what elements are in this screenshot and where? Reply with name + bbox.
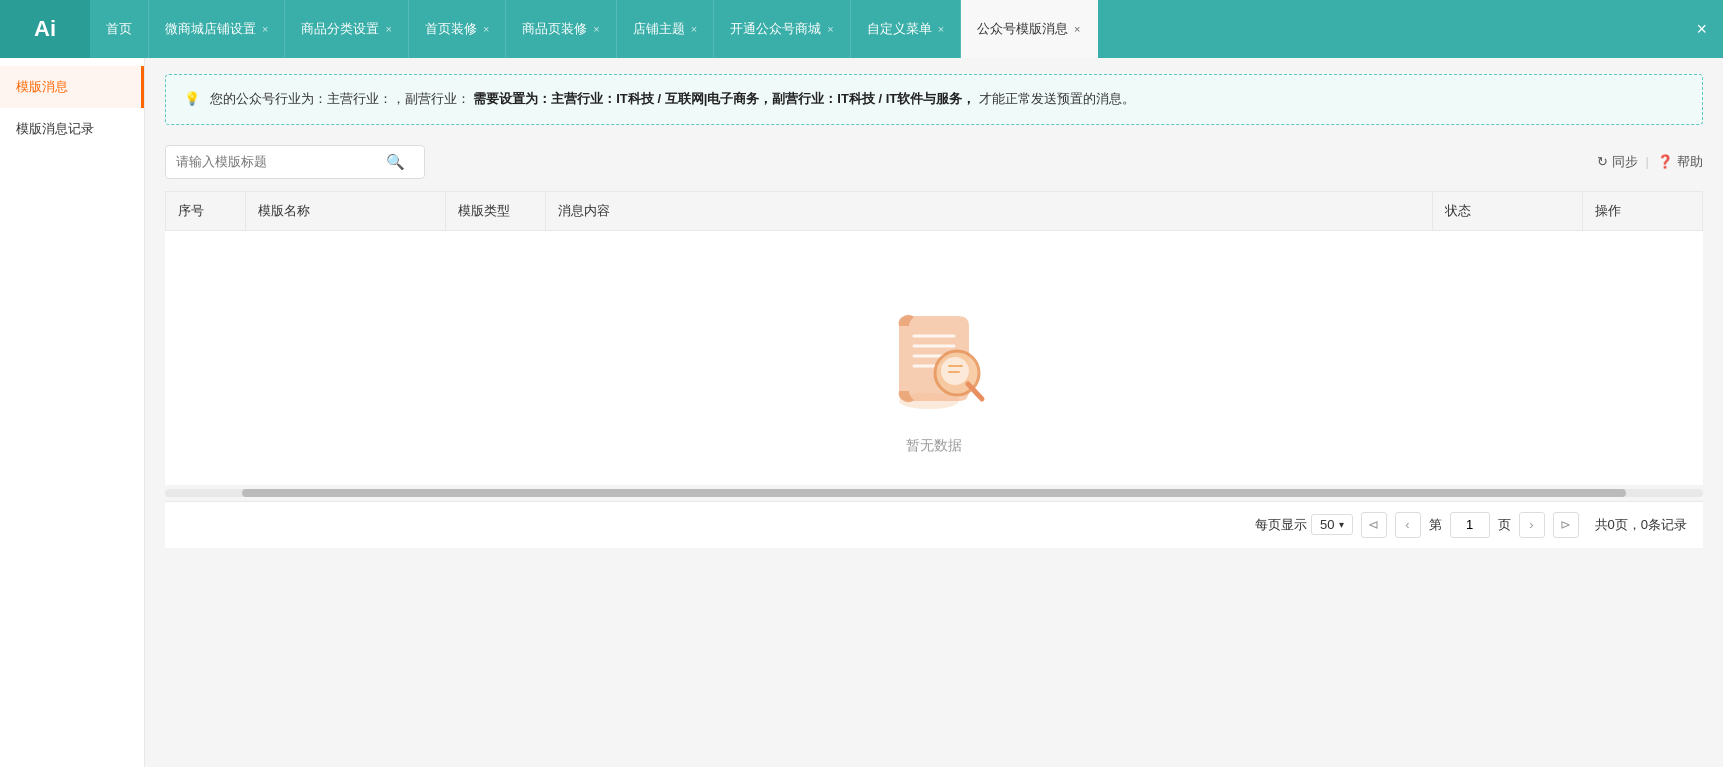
nav-tab-home[interactable]: 首页 (90, 0, 149, 58)
data-table: 序号 模版名称 模版类型 消息内容 状态 操作 (165, 191, 1703, 485)
page-size-label: 每页显示 (1255, 516, 1307, 534)
nav-tab-theme[interactable]: 店铺主题 × (617, 0, 714, 58)
sync-icon: ↻ (1597, 154, 1608, 169)
close-tab-category[interactable]: × (385, 23, 391, 35)
close-tab-shop-settings[interactable]: × (262, 23, 268, 35)
chevron-down-icon: ▾ (1339, 519, 1344, 530)
nav-tab-mall[interactable]: 开通公众号商城 × (714, 0, 850, 58)
notice-suffix: 才能正常发送预置的消息。 (979, 91, 1135, 106)
close-all-tabs[interactable]: × (1680, 19, 1723, 40)
empty-illustration (869, 291, 999, 421)
horizontal-scrollbar[interactable] (165, 489, 1703, 497)
close-tab-theme[interactable]: × (691, 23, 697, 35)
notice-prefix: 您的公众号行业为：主营行业：，副营行业： (210, 91, 470, 106)
nav-tab-category[interactable]: 商品分类设置 × (285, 0, 408, 58)
search-input-wrap[interactable]: 🔍 (165, 145, 425, 179)
nav-tab-template-msg[interactable]: 公众号模版消息 × (961, 0, 1097, 58)
page-size-select: 每页显示 50 ▾ (1255, 514, 1352, 535)
page-size-value: 50 (1320, 517, 1334, 532)
toolbar-divider: | (1646, 154, 1649, 169)
col-header-status: 状态 (1433, 191, 1583, 230)
notice-icon: 💡 (184, 91, 200, 106)
help-icon: ❓ (1657, 154, 1673, 169)
help-button[interactable]: ❓ 帮助 (1657, 153, 1703, 171)
nav-tab-product-decor[interactable]: 商品页装修 × (506, 0, 616, 58)
empty-text: 暂无数据 (906, 437, 962, 455)
search-bar: 🔍 ↻ 同步 | ❓ 帮助 (165, 145, 1703, 179)
sync-button[interactable]: ↻ 同步 (1597, 153, 1638, 171)
search-input[interactable] (176, 154, 386, 169)
page-size-dropdown[interactable]: 50 ▾ (1311, 514, 1352, 535)
sidebar: 模版消息 模版消息记录 (0, 58, 145, 767)
col-header-name: 模版名称 (246, 191, 446, 230)
col-header-type: 模版类型 (446, 191, 546, 230)
nav-tab-shop-settings[interactable]: 微商城店铺设置 × (149, 0, 285, 58)
last-page-button[interactable]: ⊳ (1553, 512, 1579, 538)
pagination-bar: 每页显示 50 ▾ ⊲ ‹ 第 页 › ⊳ 共0页，0条记录 (165, 501, 1703, 548)
app-logo: Ai (0, 0, 90, 58)
close-tab-product-decor[interactable]: × (593, 23, 599, 35)
page-label-pre: 第 (1429, 516, 1442, 534)
top-nav: Ai 首页 微商城店铺设置 × 商品分类设置 × 首页装修 × 商品页装修 × … (0, 0, 1723, 58)
close-tab-mall[interactable]: × (827, 23, 833, 35)
next-page-button[interactable]: › (1519, 512, 1545, 538)
empty-state: 暂无数据 (166, 231, 1703, 485)
notice-box: 💡 您的公众号行业为：主营行业：，副营行业： 需要设置为：主营行业：IT科技 /… (165, 74, 1703, 125)
content-area: 💡 您的公众号行业为：主营行业：，副营行业： 需要设置为：主营行业：IT科技 /… (145, 58, 1723, 767)
toolbar-right: ↻ 同步 | ❓ 帮助 (1597, 153, 1703, 171)
first-page-button[interactable]: ⊲ (1361, 512, 1387, 538)
sidebar-item-template-msg-record[interactable]: 模版消息记录 (0, 108, 144, 150)
close-tab-menu[interactable]: × (938, 23, 944, 35)
pagination-summary: 共0页，0条记录 (1595, 516, 1687, 534)
nav-tab-menu[interactable]: 自定义菜单 × (851, 0, 961, 58)
nav-tabs: 首页 微商城店铺设置 × 商品分类设置 × 首页装修 × 商品页装修 × 店铺主… (90, 0, 1680, 58)
col-header-action: 操作 (1583, 191, 1703, 230)
close-tab-home-decor[interactable]: × (483, 23, 489, 35)
scroll-thumb[interactable] (242, 489, 1626, 497)
main-layout: 模版消息 模版消息记录 💡 您的公众号行业为：主营行业：，副营行业： 需要设置为… (0, 58, 1723, 767)
sidebar-item-template-msg[interactable]: 模版消息 (0, 66, 144, 108)
nav-tab-home-decor[interactable]: 首页装修 × (409, 0, 506, 58)
col-header-index: 序号 (166, 191, 246, 230)
prev-page-button[interactable]: ‹ (1395, 512, 1421, 538)
col-header-content: 消息内容 (546, 191, 1433, 230)
page-label-post: 页 (1498, 516, 1511, 534)
close-tab-template-msg[interactable]: × (1074, 23, 1080, 35)
page-number-input[interactable] (1450, 512, 1490, 538)
search-icon[interactable]: 🔍 (386, 153, 405, 171)
notice-highlight: 需要设置为：主营行业：IT科技 / 互联网|电子商务，副营行业：IT科技 / I… (473, 91, 975, 106)
